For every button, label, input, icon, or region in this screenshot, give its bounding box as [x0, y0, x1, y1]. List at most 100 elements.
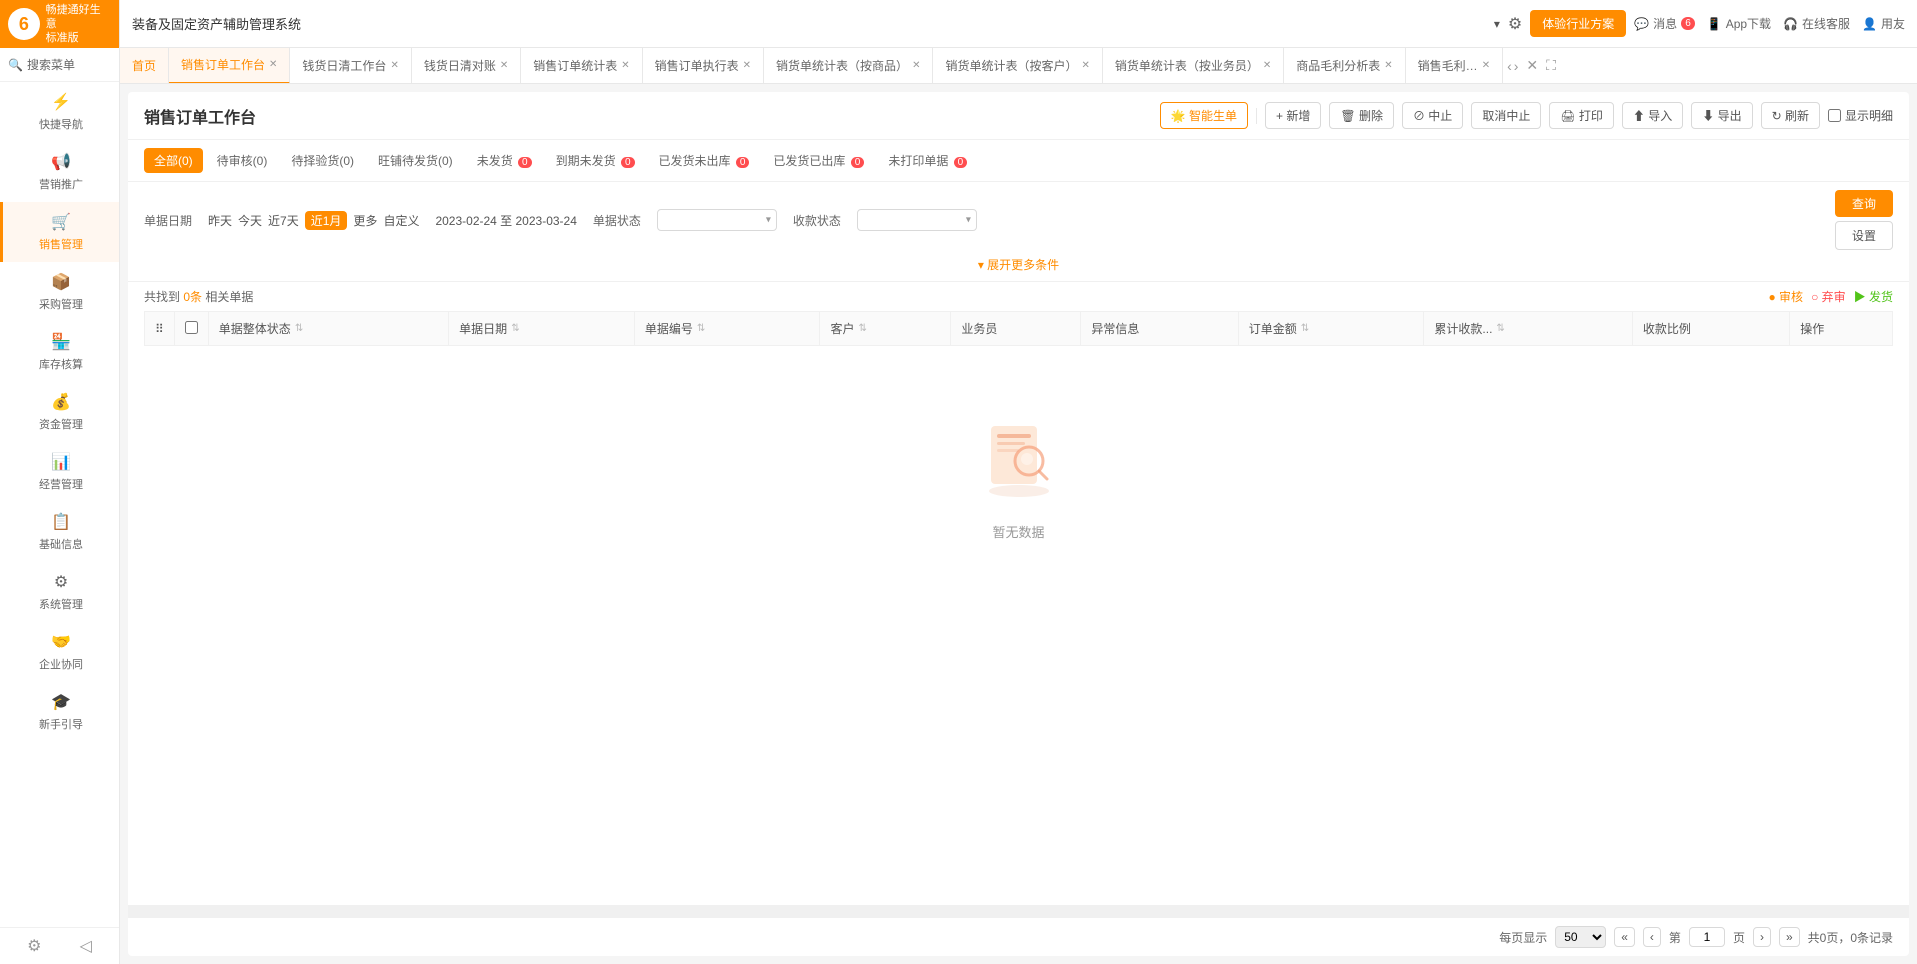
subtab-wangpu-ship[interactable]: 旺铺待发货(0) — [368, 148, 463, 173]
tab-close-sales-workbench[interactable]: ✕ — [269, 59, 277, 70]
trial-button[interactable]: 体验行业方案 — [1530, 10, 1626, 37]
tab-close-sales-exec[interactable]: ✕ — [743, 60, 751, 71]
date-btn-today[interactable]: 今天 — [238, 212, 262, 229]
date-btn-custom[interactable]: 自定义 — [383, 212, 419, 229]
online-service-btn[interactable]: 🎧 在线客服 — [1783, 15, 1850, 32]
tab-close-sales-profit[interactable]: ✕ — [1482, 60, 1490, 71]
next-page-button[interactable]: › — [1753, 927, 1771, 947]
sidebar-item-base-info[interactable]: 📋 基础信息 — [0, 502, 119, 562]
tab-sales-workbench[interactable]: 销售订单工作台 ✕ — [169, 48, 290, 84]
tab-close-sales-stat[interactable]: ✕ — [621, 60, 629, 71]
tab-home[interactable]: 首页 — [120, 48, 169, 84]
tab-cash-daily[interactable]: 钱货日清工作台 ✕ — [290, 48, 411, 84]
system-dropdown[interactable]: ▾ — [1494, 17, 1500, 31]
subtab-all[interactable]: 全部(0) — [144, 148, 203, 173]
sort-icon-collected[interactable]: ⇅ — [1496, 323, 1504, 334]
user-menu-btn[interactable]: 👤 用友 — [1862, 15, 1905, 32]
tab-close-cash-daily[interactable]: ✕ — [390, 60, 398, 71]
date-btn-yesterday[interactable]: 昨天 — [208, 212, 232, 229]
app-download-btn[interactable]: 📱 App下载 — [1707, 15, 1771, 32]
close-all-tabs-icon[interactable]: ✕ — [1522, 57, 1542, 74]
tab-close-cash-reconcile[interactable]: ✕ — [500, 60, 508, 71]
cancel-stop-button[interactable]: 取消中止 — [1471, 102, 1541, 129]
stop-button[interactable]: ⊘ 中止 — [1402, 102, 1463, 129]
tab-close-sales-customer[interactable]: ✕ — [1081, 60, 1089, 71]
settings-icon[interactable]: ⚙ — [27, 936, 41, 956]
tab-close-sales-product[interactable]: ✕ — [912, 60, 920, 71]
message-btn[interactable]: 💬 消息 6 — [1634, 15, 1695, 32]
date-btn-7days[interactable]: 近7天 — [268, 212, 299, 229]
page-size-select[interactable]: 20 50 100 — [1555, 926, 1606, 948]
detail-checkbox-input[interactable] — [1828, 109, 1841, 122]
query-button[interactable]: 查询 — [1835, 190, 1893, 217]
delete-button[interactable]: 🗑 删除 — [1329, 102, 1394, 129]
subtab-shipped-not-out[interactable]: 已发货未出库 0 — [649, 148, 760, 173]
tabs-next-icon[interactable]: › — [1514, 58, 1519, 74]
maximize-icon[interactable]: ⛶ — [1542, 57, 1560, 74]
cancel-review-action[interactable]: ○ 弃审 — [1811, 288, 1846, 305]
tab-sales-customer[interactable]: 销货单统计表（按客户） ✕ — [933, 48, 1102, 84]
tab-sales-stat[interactable]: 销售订单统计表 ✕ — [521, 48, 642, 84]
print-button[interactable]: 🖨 打印 — [1549, 102, 1614, 129]
tab-close-product-margin[interactable]: ✕ — [1384, 60, 1392, 71]
sort-icon-status[interactable]: ⇅ — [295, 323, 303, 334]
tab-sales-staff[interactable]: 销货单统计表（按业务员） ✕ — [1103, 48, 1284, 84]
sidebar-item-system[interactable]: ⚙ 系统管理 — [0, 562, 119, 622]
subtab-unshipped[interactable]: 未发货 0 — [467, 148, 542, 173]
sidebar-item-marketing[interactable]: 📢 营销推广 — [0, 142, 119, 202]
tab-sales-exec[interactable]: 销售订单执行表 ✕ — [643, 48, 764, 84]
show-detail-checkbox[interactable]: 显示明细 — [1828, 107, 1893, 124]
filter-bar: 单据日期 昨天 今天 近7天 近1月 更多 自定义 2023-02-24 至 2… — [128, 182, 1909, 282]
tab-sales-product[interactable]: 销货单统计表（按商品） ✕ — [764, 48, 933, 84]
sort-icon-date[interactable]: ⇅ — [511, 323, 519, 334]
sidebar-item-enterprise[interactable]: 🤝 企业协同 — [0, 622, 119, 682]
sidebar-item-sales[interactable]: 🛒 销售管理 — [0, 202, 119, 262]
sidebar-item-purchase[interactable]: 📦 采购管理 — [0, 262, 119, 322]
sort-icon-customer[interactable]: ⇅ — [858, 323, 866, 334]
last-page-button[interactable]: » — [1779, 927, 1800, 947]
tab-cash-reconcile[interactable]: 钱货日清对账 ✕ — [412, 48, 521, 84]
add-button[interactable]: + 新增 — [1265, 102, 1321, 129]
refresh-button[interactable]: ↻ 刷新 — [1761, 102, 1820, 129]
sidebar-item-finance[interactable]: 💰 资金管理 — [0, 382, 119, 442]
main-area: 装备及固定资产辅助管理系统 ▾ ⚙ 体验行业方案 💬 消息 6 📱 App下载 … — [120, 0, 1917, 964]
sidebar-item-guide[interactable]: 🎓 新手引导 — [0, 682, 119, 742]
app-logo: 6 畅捷通好生意 标准版 — [0, 0, 119, 48]
prev-page-button[interactable]: ‹ — [1643, 927, 1661, 947]
collapse-icon[interactable]: ◁ — [80, 936, 92, 956]
page-label: 第 — [1669, 929, 1681, 946]
subtab-pending-review[interactable]: 待审核(0) — [207, 148, 278, 173]
status-select[interactable] — [657, 209, 777, 231]
settings-gear-icon[interactable]: ⚙ — [1508, 14, 1522, 34]
date-btn-more[interactable]: 更多 — [353, 212, 377, 229]
first-page-button[interactable]: « — [1614, 927, 1635, 947]
current-page-input[interactable] — [1689, 927, 1725, 947]
sidebar-item-quick-nav[interactable]: ⚡ 快捷导航 — [0, 82, 119, 142]
payment-select[interactable] — [857, 209, 977, 231]
tab-product-margin[interactable]: 商品毛利分析表 ✕ — [1284, 48, 1405, 84]
tab-sales-profit[interactable]: 销售毛利… ✕ — [1406, 48, 1503, 84]
sidebar-item-inventory[interactable]: 🏪 库存核算 — [0, 322, 119, 382]
sidebar-item-operations[interactable]: 📊 经营管理 — [0, 442, 119, 502]
subtab-shipped-out[interactable]: 已发货已出库 0 — [763, 148, 874, 173]
date-btn-1month[interactable]: 近1月 — [305, 211, 348, 230]
subtab-pending-inspect[interactable]: 待择验货(0) — [281, 148, 364, 173]
th-check[interactable] — [174, 312, 208, 346]
inventory-icon: 🏪 — [51, 332, 71, 352]
ship-action[interactable]: ▶ 发货 — [1854, 288, 1893, 305]
tabs-prev-icon[interactable]: ‹ — [1507, 58, 1512, 74]
export-button[interactable]: ⬇ 导出 — [1691, 102, 1752, 129]
sort-icon-number[interactable]: ⇅ — [697, 323, 705, 334]
search-menu[interactable]: 🔍 搜索菜单 — [0, 48, 119, 82]
sort-icon-amount[interactable]: ⇅ — [1301, 323, 1309, 334]
smart-generate-button[interactable]: 🌟 智能生单 — [1160, 102, 1248, 129]
import-button[interactable]: ⬆ 导入 — [1622, 102, 1683, 129]
expand-filter-button[interactable]: ▾ 展开更多条件 — [978, 256, 1059, 273]
settings-button[interactable]: 设置 — [1835, 221, 1893, 250]
horizontal-scrollbar[interactable] — [128, 905, 1909, 917]
tab-close-sales-staff[interactable]: ✕ — [1263, 60, 1271, 71]
select-all-checkbox[interactable] — [185, 321, 198, 334]
subtab-expired-unshipped[interactable]: 到期未发货 0 — [546, 148, 645, 173]
review-action[interactable]: ● 审核 — [1768, 288, 1803, 305]
subtab-unprinted[interactable]: 未打印单据 0 — [878, 148, 977, 173]
